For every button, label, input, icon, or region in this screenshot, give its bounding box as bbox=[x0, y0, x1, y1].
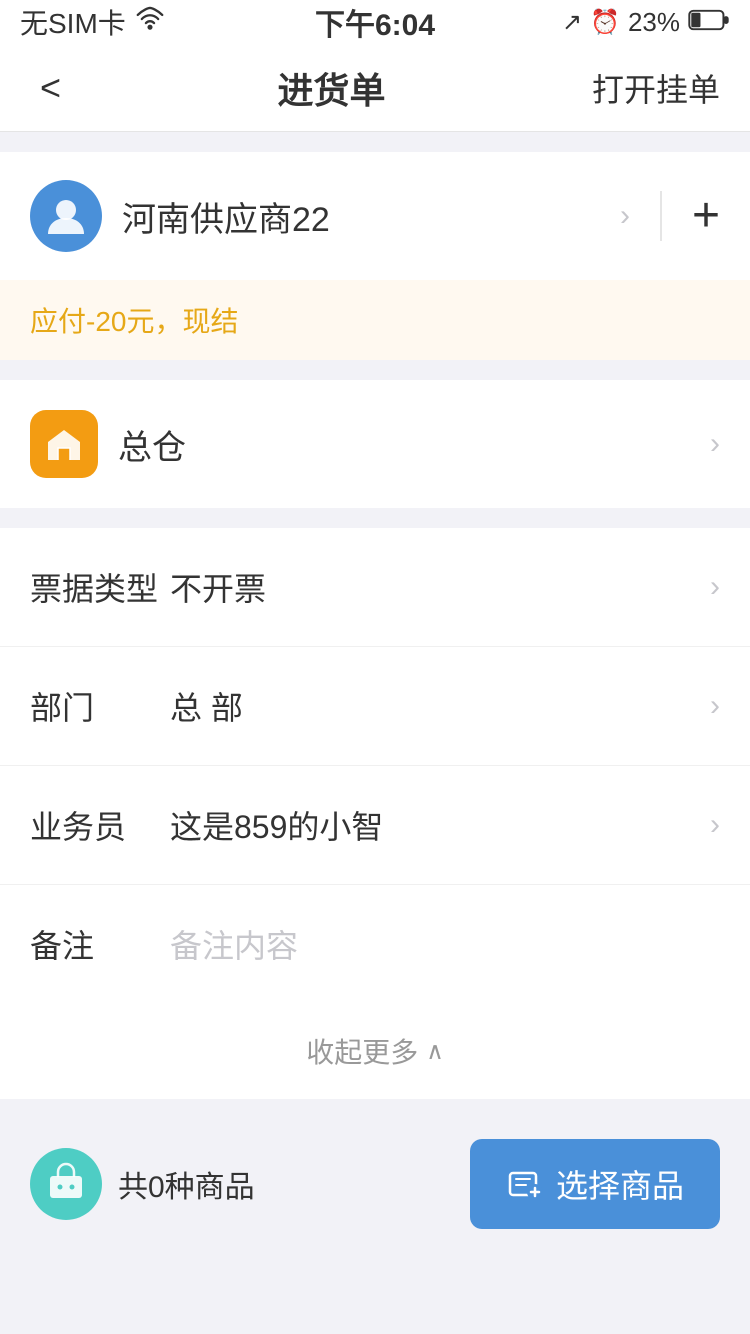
supplier-section: 河南供应商22 › + bbox=[0, 152, 750, 280]
status-right: ↗ ⏰ 23% bbox=[562, 7, 730, 38]
department-row[interactable]: 部门 总 部 › bbox=[0, 647, 750, 766]
remark-label: 备注 bbox=[30, 921, 170, 967]
carrier-text: 无SIM卡 bbox=[20, 2, 126, 42]
invoice-type-label: 票据类型 bbox=[30, 564, 170, 610]
main-content: 河南供应商22 › + 应付-20元，现结 总仓 › 票据类型 bbox=[0, 132, 750, 1334]
select-product-button[interactable]: 选择商品 bbox=[470, 1139, 720, 1229]
section-gap-1 bbox=[0, 132, 750, 152]
warehouse-section[interactable]: 总仓 › bbox=[0, 380, 750, 508]
battery-text: 23% bbox=[628, 7, 680, 38]
wifi-icon bbox=[136, 5, 164, 40]
salesperson-value: 这是859的小智 bbox=[170, 802, 710, 848]
remark-input[interactable]: 备注内容 bbox=[170, 921, 720, 967]
salesperson-label: 业务员 bbox=[30, 802, 170, 848]
department-chevron-icon: › bbox=[710, 689, 720, 723]
section-gap-2 bbox=[0, 360, 750, 380]
warehouse-row[interactable]: 总仓 › bbox=[0, 380, 750, 508]
department-label: 部门 bbox=[30, 683, 170, 729]
select-product-btn-icon bbox=[506, 1165, 544, 1203]
product-count-wrap: 共0种商品 bbox=[30, 1148, 255, 1220]
product-count-text: 共0种商品 bbox=[118, 1162, 255, 1206]
invoice-type-chevron-icon: › bbox=[710, 570, 720, 604]
collapse-text: 收起更多 bbox=[306, 1031, 418, 1071]
back-button[interactable]: < bbox=[30, 57, 71, 119]
status-bar: 无SIM卡 下午6:04 ↗ ⏰ 23% bbox=[0, 0, 750, 44]
location-icon: ↗ bbox=[562, 8, 582, 37]
collapse-section: 收起更多 ∧ bbox=[0, 1003, 750, 1099]
open-pending-button[interactable]: 打开挂单 bbox=[592, 65, 720, 111]
supplier-chevron-icon: › bbox=[620, 199, 630, 233]
collapse-icon: ∧ bbox=[426, 1037, 444, 1066]
select-product-label: 选择商品 bbox=[556, 1161, 684, 1207]
page-title: 进货单 bbox=[278, 62, 386, 114]
salesperson-row[interactable]: 业务员 这是859的小智 › bbox=[0, 766, 750, 885]
form-section: 票据类型 不开票 › 部门 总 部 › 业务员 这是859的小智 › 备注 备注… bbox=[0, 528, 750, 1003]
battery-icon bbox=[688, 7, 730, 38]
alert-banner: 应付-20元，现结 bbox=[0, 280, 750, 360]
salesperson-chevron-icon: › bbox=[710, 808, 720, 842]
warehouse-chevron-icon: › bbox=[710, 427, 720, 461]
section-gap-4 bbox=[0, 1099, 750, 1119]
supplier-divider bbox=[660, 191, 662, 241]
alert-text: 应付-20元，现结 bbox=[30, 306, 238, 337]
warehouse-name: 总仓 bbox=[118, 420, 710, 469]
alarm-icon: ⏰ bbox=[590, 8, 620, 37]
collapse-button[interactable]: 收起更多 ∧ bbox=[0, 1003, 750, 1099]
supplier-name: 河南供应商22 bbox=[122, 192, 620, 241]
product-icon bbox=[30, 1148, 102, 1220]
supplier-row[interactable]: 河南供应商22 › + bbox=[0, 152, 750, 280]
nav-bar: < 进货单 打开挂单 bbox=[0, 44, 750, 132]
invoice-type-value: 不开票 bbox=[170, 564, 710, 610]
invoice-type-row[interactable]: 票据类型 不开票 › bbox=[0, 528, 750, 647]
warehouse-icon bbox=[30, 410, 98, 478]
department-value: 总 部 bbox=[170, 683, 710, 729]
remark-row[interactable]: 备注 备注内容 bbox=[0, 885, 750, 1003]
add-supplier-button[interactable]: + bbox=[692, 192, 720, 240]
section-gap-3 bbox=[0, 508, 750, 528]
supplier-avatar bbox=[30, 180, 102, 252]
status-left: 无SIM卡 bbox=[20, 2, 164, 42]
status-time: 下午6:04 bbox=[315, 0, 435, 44]
bottom-bar: 共0种商品 选择商品 bbox=[0, 1119, 750, 1259]
